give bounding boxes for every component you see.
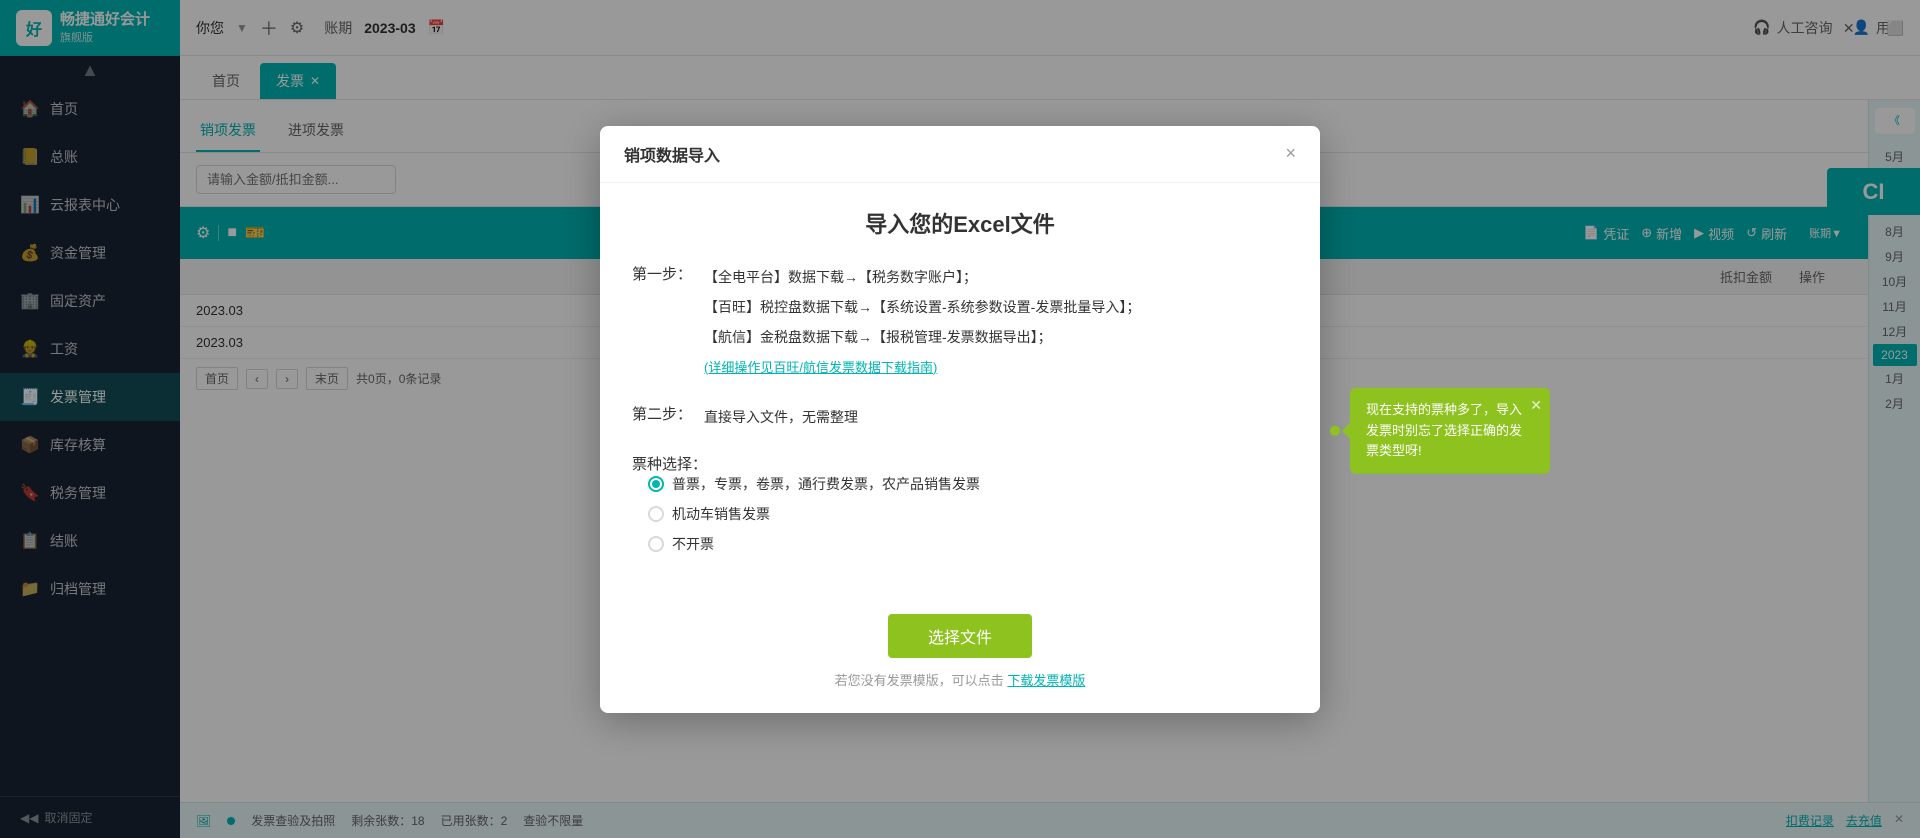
step1-line3: 【航信】金税盘数据下载→【报税管理-发票数据导出】； [704, 323, 1140, 351]
radio-label-1: 普票，专票，卷票，通行费发票，农产品销售发票 [672, 474, 980, 494]
modal-title: 销项数据导入 [624, 142, 720, 166]
step2-text: 直接导入文件，无需整理 [704, 403, 858, 431]
step1-content: 【全电平台】数据下载→【税务数字账户】； 【百旺】税控盘数据下载→【系统设置-系… [704, 263, 1140, 383]
ticket-label: 票种选择： [632, 456, 707, 473]
step1-line2: 【百旺】税控盘数据下载→【系统设置-系统参数设置-发票批量导入】； [704, 293, 1140, 321]
import-modal: 销项数据导入 × 导入您的Excel文件 第一步： 【全电平台】数据下载→【税务… [600, 126, 1320, 713]
tooltip-close-button[interactable]: ✕ [1530, 394, 1542, 416]
download-template-link[interactable]: 下载发票模版 [1007, 673, 1085, 688]
ticket-select: 票种选择： 普票，专票，卷票，通行费发票，农产品销售发票 机动车销售发票 不开票 [632, 453, 1288, 554]
modal-body: 导入您的Excel文件 第一步： 【全电平台】数据下载→【税务数字账户】； 【百… [600, 183, 1320, 598]
step1-line1: 【全电平台】数据下载→【税务数字账户】； [704, 263, 1140, 291]
step-2: 第二步： 直接导入文件，无需整理 [632, 403, 1288, 433]
step2-content: 直接导入文件，无需整理 [704, 403, 858, 433]
radio-label-3: 不开票 [672, 534, 714, 554]
radio-circle-1 [648, 476, 664, 492]
step-1: 第一步： 【全电平台】数据下载→【税务数字账户】； 【百旺】税控盘数据下载→【系… [632, 263, 1288, 383]
radio-option-2[interactable]: 机动车销售发票 [648, 504, 1288, 524]
step2-label: 第二步： [632, 403, 692, 433]
radio-label-2: 机动车销售发票 [672, 504, 770, 524]
radio-option-1[interactable]: 普票，专票，卷票，通行费发票，农产品销售发票 [648, 474, 1288, 494]
radio-circle-2 [648, 506, 664, 522]
modal-backdrop: 销项数据导入 × 导入您的Excel文件 第一步： 【全电平台】数据下载→【税务… [0, 0, 1920, 838]
download-hint: 若您没有发票模版，可以点击 下载发票模版 [624, 670, 1296, 689]
step1-link[interactable]: (详细操作见百旺/航信发票数据下载指南) [704, 360, 937, 375]
select-file-button[interactable]: 选择文件 [888, 614, 1032, 658]
modal-header: 销项数据导入 × [600, 126, 1320, 183]
radio-group: 普票，专票，卷票，通行费发票，农产品销售发票 机动车销售发票 不开票 [632, 474, 1288, 554]
radio-option-3[interactable]: 不开票 [648, 534, 1288, 554]
modal-footer: 选择文件 若您没有发票模版，可以点击 下载发票模版 [600, 598, 1320, 713]
tooltip-text: 现在支持的票种多了，导入发票时别忘了选择正确的发票类型呀! [1366, 402, 1522, 459]
modal-main-title: 导入您的Excel文件 [632, 207, 1288, 239]
radio-circle-3 [648, 536, 664, 552]
modal-close-button[interactable]: × [1285, 143, 1296, 164]
step1-label: 第一步： [632, 263, 692, 383]
tooltip-dot [1330, 426, 1340, 436]
tooltip-popup: ✕ 现在支持的票种多了，导入发票时别忘了选择正确的发票类型呀! [1350, 388, 1550, 474]
